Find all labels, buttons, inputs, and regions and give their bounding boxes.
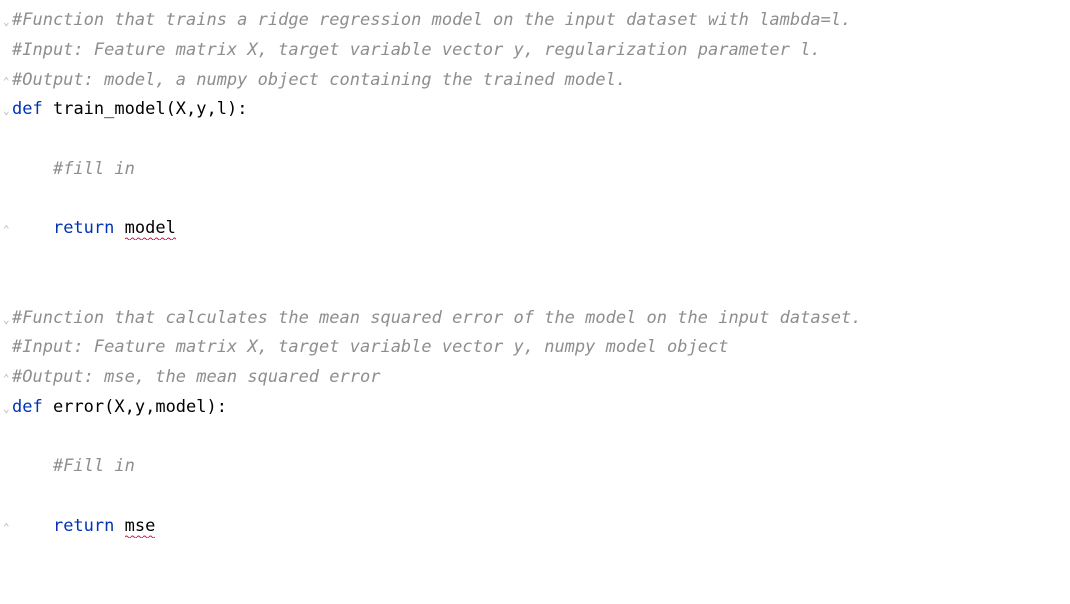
blank-line [12, 185, 1070, 215]
code-line: ⌃ return mse [12, 512, 1070, 542]
fold-indicator-icon: ⌃ [3, 224, 10, 235]
comment-text: #fill in [53, 159, 135, 179]
fold-indicator-icon: ⌄ [3, 105, 10, 116]
fold-indicator-icon: ⌃ [3, 373, 10, 384]
fold-indicator-icon: ⌄ [3, 314, 10, 325]
return-identifier: mse [125, 516, 156, 536]
fold-indicator-icon: ⌄ [3, 16, 10, 27]
code-line: #fill in [12, 155, 1070, 185]
code-line: ⌃ return model [12, 214, 1070, 244]
code-line: ⌄#Function that trains a ridge regressio… [12, 6, 1070, 36]
code-line: #Input: Feature matrix X, target variabl… [12, 333, 1070, 363]
code-editor-area: ⌄#Function that trains a ridge regressio… [12, 6, 1070, 542]
fold-indicator-icon: ⌃ [3, 522, 10, 533]
blank-line [12, 274, 1070, 304]
code-line: ⌄def train_model(X,y,l): [12, 95, 1070, 125]
def-keyword: def [12, 99, 43, 119]
blank-line [12, 482, 1070, 512]
comment-text: #Output: mse, the mean squared error [12, 367, 380, 387]
comment-text: #Function that trains a ridge regression… [12, 10, 851, 30]
code-line: ⌄#Function that calculates the mean squa… [12, 304, 1070, 334]
return-keyword: return [53, 218, 114, 238]
code-line: ⌃#Output: mse, the mean squared error [12, 363, 1070, 393]
code-line: ⌄def error(X,y,model): [12, 393, 1070, 423]
code-line: ⌃#Output: model, a numpy object containi… [12, 66, 1070, 96]
code-line: #Input: Feature matrix X, target variabl… [12, 36, 1070, 66]
comment-text: #Output: model, a numpy object containin… [12, 70, 626, 90]
blank-line [12, 244, 1070, 274]
comment-text: #Input: Feature matrix X, target variabl… [12, 40, 821, 60]
params: (X,y,l): [166, 99, 248, 119]
code-line: #Fill in [12, 452, 1070, 482]
return-identifier: model [125, 218, 176, 238]
comment-text: #Input: Feature matrix X, target variabl… [12, 337, 728, 357]
function-name: error [53, 397, 104, 417]
params: (X,y,model): [104, 397, 227, 417]
blank-line [12, 125, 1070, 155]
def-keyword: def [12, 397, 43, 417]
fold-indicator-icon: ⌄ [3, 403, 10, 414]
comment-text: #Function that calculates the mean squar… [12, 308, 862, 328]
return-keyword: return [53, 516, 114, 536]
comment-text: #Fill in [53, 456, 135, 476]
function-name: train_model [53, 99, 166, 119]
blank-line [12, 423, 1070, 453]
fold-indicator-icon: ⌃ [3, 76, 10, 87]
